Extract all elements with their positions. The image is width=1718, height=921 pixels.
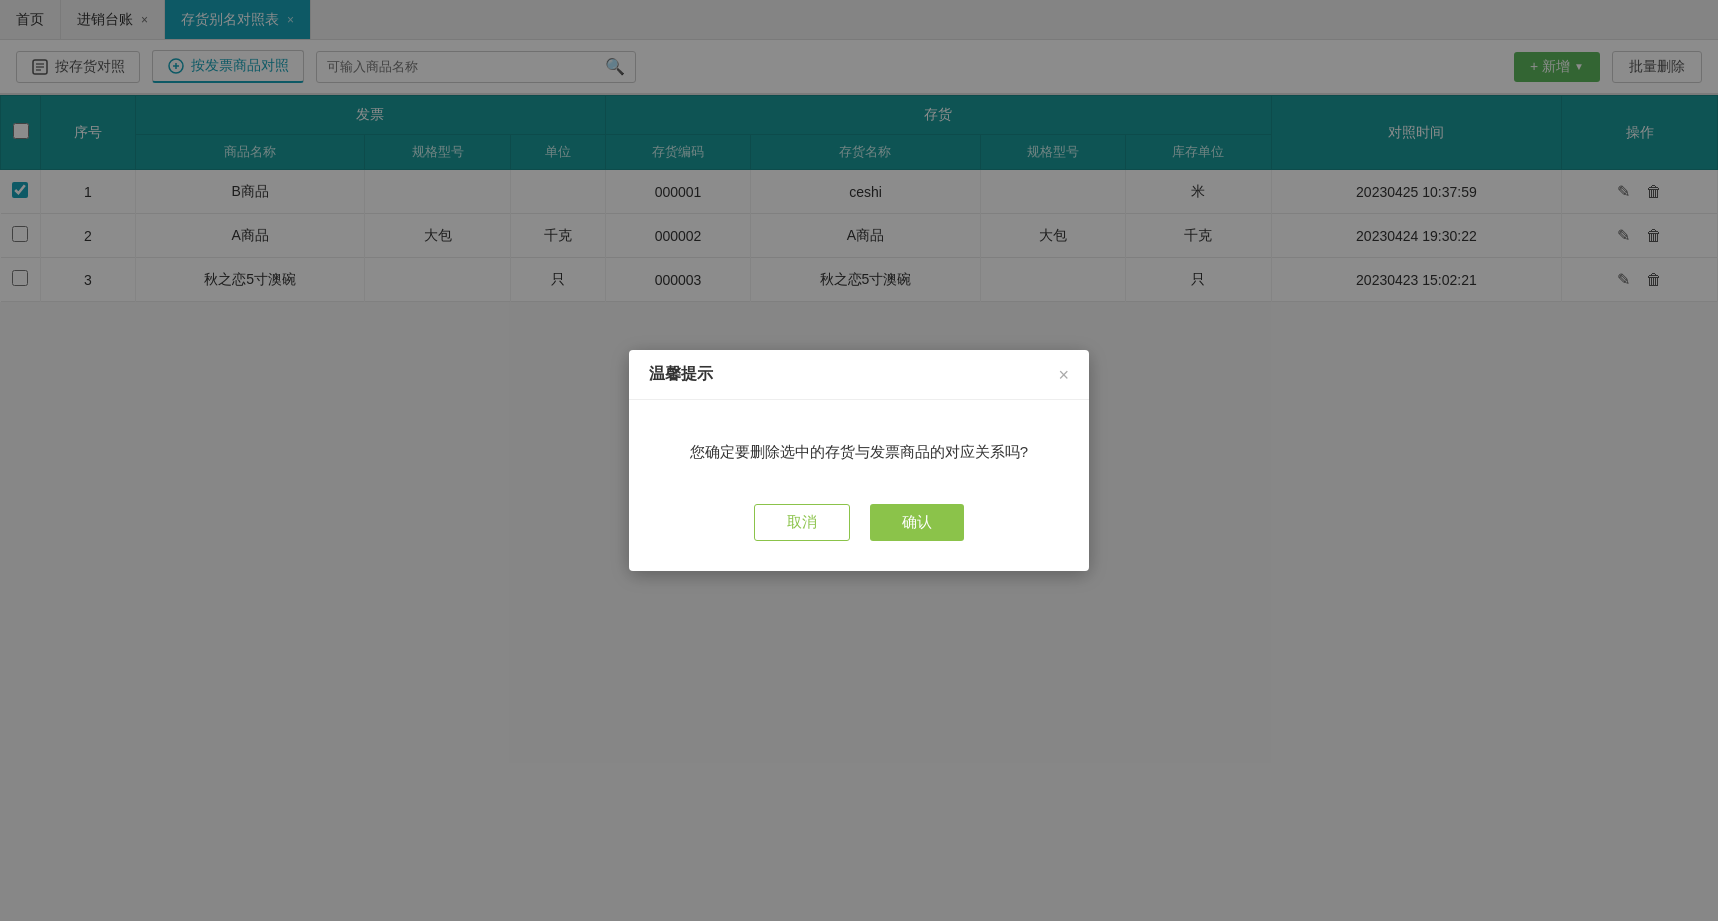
- modal-overlay: 温馨提示 × 您确定要删除选中的存货与发票商品的对应关系吗? 取消 确认: [0, 0, 1718, 302]
